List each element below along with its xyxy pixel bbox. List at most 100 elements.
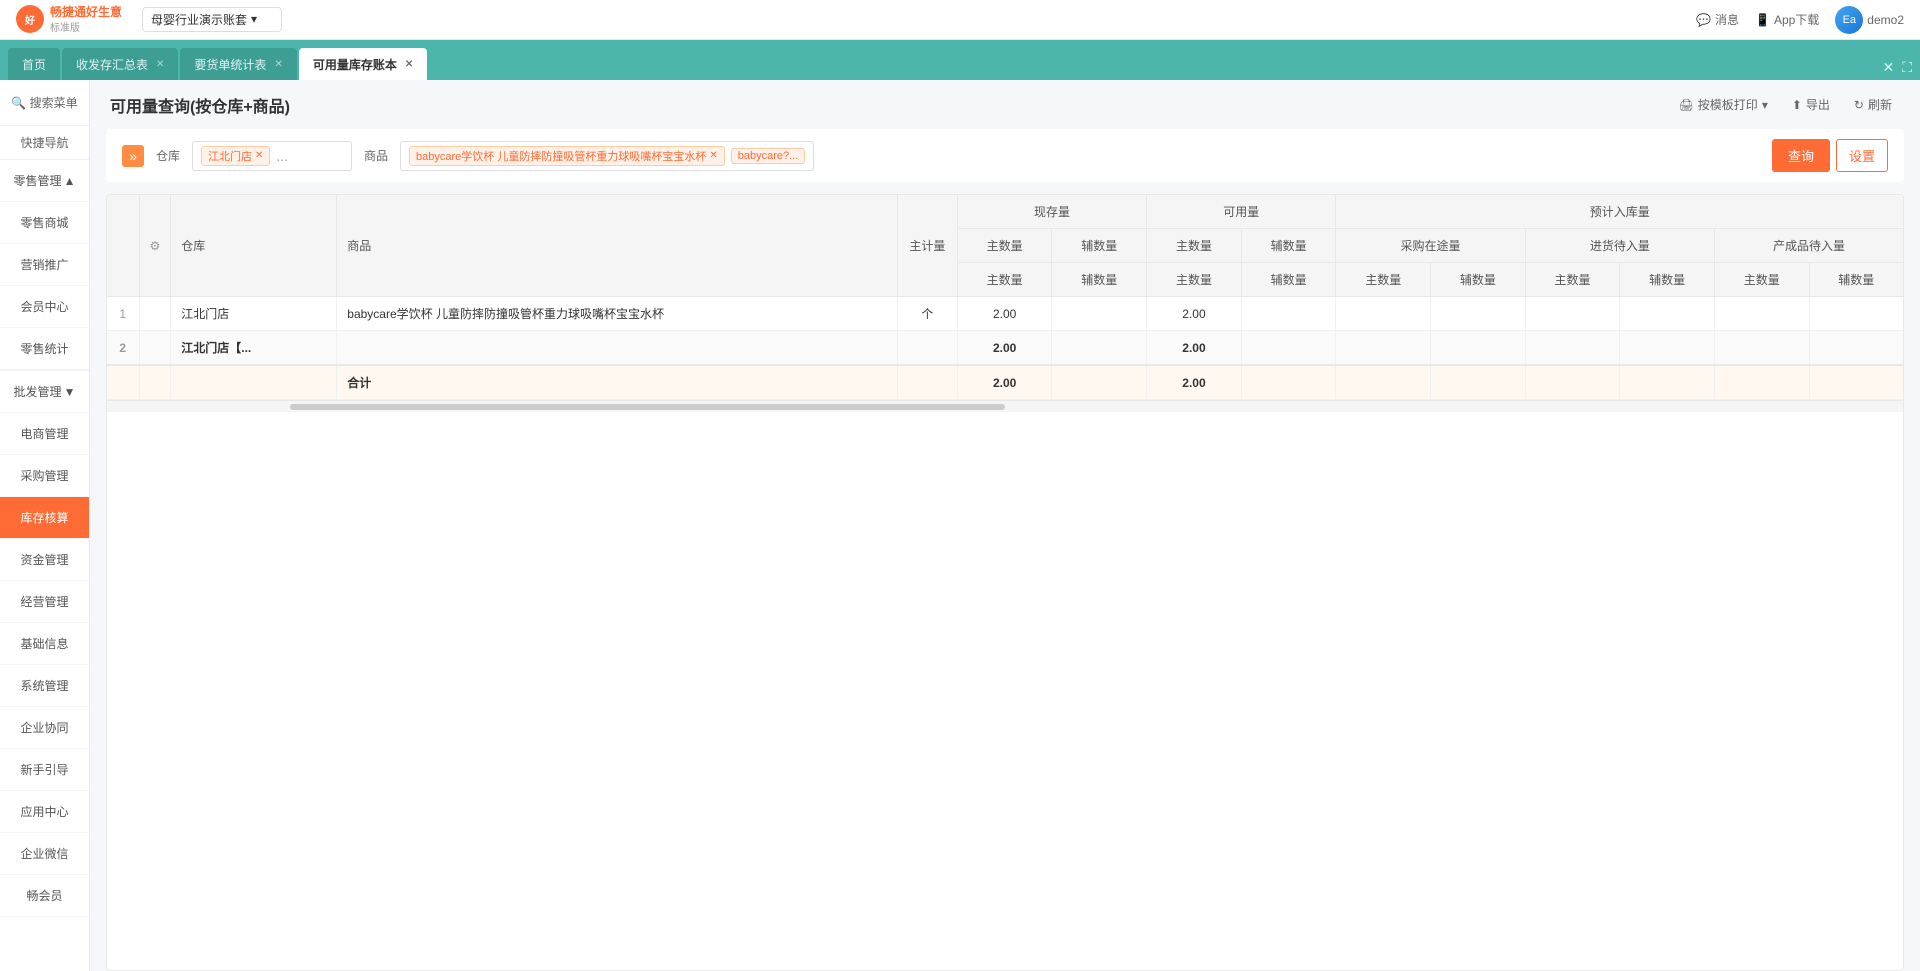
sidebar-item-basics[interactable]: 基础信息: [0, 623, 89, 665]
settings-button[interactable]: 设置: [1836, 139, 1888, 172]
row-2-unit: [897, 331, 957, 366]
horizontal-scrollbar[interactable]: [107, 400, 1903, 412]
row-1-production-aux: [1809, 297, 1903, 331]
main-layout: 🔍 搜索菜单 快捷导航 零售管理 ▲ 零售商城 营销推广 会员中心 零售统计 批…: [0, 80, 1920, 971]
row-2-warehouse: 江北门店【...: [171, 331, 337, 366]
refresh-button[interactable]: ↻ 刷新: [1846, 92, 1900, 117]
sidebar-item-app-center[interactable]: 应用中心: [0, 791, 89, 833]
gear-icon[interactable]: ⚙: [150, 239, 161, 253]
phone-icon: 📱: [1755, 13, 1770, 27]
filter-actions: 查询 设置: [1772, 139, 1888, 172]
sidebar: 🔍 搜索菜单 快捷导航 零售管理 ▲ 零售商城 营销推广 会员中心 零售统计 批…: [0, 80, 90, 971]
retail-stats-label: 零售统计: [20, 342, 68, 356]
enterprise-collab-label: 企业协同: [20, 721, 68, 735]
th-current-main-2: 主数量: [957, 263, 1052, 297]
footer-empty-3: [171, 365, 337, 400]
tab-collapse-icon[interactable]: ✕: [1882, 59, 1894, 76]
query-button[interactable]: 查询: [1772, 139, 1830, 172]
vip-member-label: 畅会员: [26, 889, 62, 903]
th-available-group: 可用量: [1147, 195, 1336, 229]
warehouse-more-dots[interactable]: ...: [276, 148, 288, 164]
expand-filter-button[interactable]: »: [122, 145, 144, 167]
print-button[interactable]: 🖨 按模板打印 ▾: [1671, 92, 1776, 117]
th-gear[interactable]: ⚙: [139, 195, 171, 297]
sidebar-item-enterprise-wechat[interactable]: 企业微信: [0, 833, 89, 875]
th-current-stock-group: 现存量: [957, 195, 1146, 229]
tab-expand-icon[interactable]: ⛶: [1902, 59, 1912, 76]
sidebar-item-vip-member[interactable]: 畅会员: [0, 875, 89, 917]
footer-label: 合计: [337, 365, 898, 400]
search-menu-button[interactable]: 🔍 搜索菜单: [8, 90, 81, 115]
top-bar: 好 畅捷通好生意 标准版 母婴行业演示账套 ▾ 💬 消息 📱 App下载 Ea …: [0, 0, 1920, 40]
print-arrow-icon: ▾: [1762, 98, 1768, 112]
tab-home[interactable]: 首页: [8, 48, 60, 80]
footer-current-main-total: 2.00: [957, 365, 1052, 400]
message-button[interactable]: 💬 消息: [1696, 11, 1739, 28]
footer-purchase-main-total: [1336, 365, 1431, 400]
scroll-thumb[interactable]: [290, 404, 1005, 410]
sidebar-item-enterprise-collab[interactable]: 企业协同: [0, 707, 89, 749]
tab-bar: 首页 收发存汇总表 ✕ 要货单统计表 ✕ 可用量库存账本 ✕ ✕ ⛶: [0, 40, 1920, 80]
app-download-button[interactable]: 📱 App下载: [1755, 11, 1819, 28]
product-input[interactable]: babycare学饮杯 儿童防摔防撞吸管杯重力球吸嘴杯宝宝水杯 ✕ babyca…: [400, 141, 814, 171]
product-tag-1-close[interactable]: ✕: [709, 150, 717, 161]
sidebar-item-new-guide[interactable]: 新手引导: [0, 749, 89, 791]
export-icon: ⬆: [1792, 98, 1802, 112]
tab-order-stats-close[interactable]: ✕: [274, 59, 282, 70]
sidebar-item-member-center[interactable]: 会员中心: [0, 286, 89, 328]
app-center-label: 应用中心: [20, 805, 68, 819]
user-area[interactable]: Ea demo2: [1835, 6, 1904, 34]
sidebar-item-retail-mall[interactable]: 零售商城: [0, 202, 89, 244]
sidebar-item-quick-nav[interactable]: 快捷导航: [0, 126, 89, 160]
export-button[interactable]: ⬆ 导出: [1784, 92, 1838, 117]
tab-bar-right: ✕ ⛶: [1882, 59, 1912, 80]
th-product: 商品: [337, 195, 898, 297]
row-2-production-aux: [1809, 331, 1903, 366]
finance-label: 资金管理: [20, 553, 68, 567]
footer-current-aux-total: [1052, 365, 1147, 400]
th-index: [107, 195, 139, 297]
search-menu-label: 搜索菜单: [30, 96, 78, 110]
warehouse-input[interactable]: 江北门店 ✕ ...: [192, 141, 352, 171]
tab-receipt-summary-close[interactable]: ✕: [156, 59, 164, 70]
warehouse-tag-close[interactable]: ✕: [255, 150, 263, 161]
enterprise-wechat-label: 企业微信: [20, 847, 68, 861]
product-tag-2: babycare?...: [731, 148, 806, 164]
marketing-label: 营销推广: [20, 258, 68, 272]
row-2-incoming-aux: [1620, 331, 1715, 366]
th-current-main: 主数量: [957, 229, 1052, 263]
tab-available-stock-close[interactable]: ✕: [405, 59, 413, 70]
sidebar-item-finance[interactable]: 资金管理: [0, 539, 89, 581]
page-header: 可用量查询(按仓库+商品) 🖨 按模板打印 ▾ ⬆ 导出 ↻ 刷新: [90, 80, 1920, 129]
tab-order-stats[interactable]: 要货单统计表 ✕: [180, 48, 296, 80]
message-icon: 💬: [1696, 13, 1711, 27]
tab-available-stock[interactable]: 可用量库存账本 ✕: [299, 48, 427, 80]
footer-incoming-aux-total: [1620, 365, 1715, 400]
th-planned-incoming-group: 预计入库量: [1336, 195, 1903, 229]
sidebar-item-retail-mgmt[interactable]: 零售管理 ▲: [0, 160, 89, 202]
sidebar-item-ecommerce[interactable]: 电商管理: [0, 413, 89, 455]
product-tag-1-text: babycare学饮杯 儿童防摔防撞吸管杯重力球吸嘴杯宝宝水杯: [416, 148, 706, 164]
footer-production-aux-total: [1809, 365, 1903, 400]
print-icon: 🖨: [1679, 98, 1694, 112]
sidebar-item-wholesale-mgmt[interactable]: 批发管理 ▼: [0, 371, 89, 413]
th-available-main-2: 主数量: [1147, 263, 1242, 297]
sidebar-item-retail-stats[interactable]: 零售统计: [0, 328, 89, 370]
tab-order-stats-label: 要货单统计表: [194, 56, 266, 73]
footer-incoming-main-total: [1525, 365, 1620, 400]
filter-area: » 仓库 江北门店 ✕ ... 商品 babycare学饮杯 儿童防摔防撞吸管杯…: [106, 129, 1904, 182]
table-row: 1 江北门店 babycare学饮杯 儿童防摔防撞吸管杯重力球吸嘴杯宝宝水杯 个…: [107, 297, 1903, 331]
tab-receipt-summary[interactable]: 收发存汇总表 ✕: [62, 48, 178, 80]
sidebar-item-operations[interactable]: 经营管理: [0, 581, 89, 623]
message-label: 消息: [1715, 11, 1739, 28]
th-warehouse: 仓库: [171, 195, 337, 297]
sidebar-item-inventory[interactable]: 库存核算: [0, 497, 89, 539]
sidebar-item-system[interactable]: 系统管理: [0, 665, 89, 707]
th-available-aux-2: 辅数量: [1241, 263, 1336, 297]
store-selector[interactable]: 母婴行业演示账套 ▾: [142, 7, 282, 32]
export-label: 导出: [1806, 96, 1830, 113]
sidebar-item-purchase-mgmt[interactable]: 采购管理: [0, 455, 89, 497]
member-center-label: 会员中心: [20, 300, 68, 314]
tab-receipt-summary-label: 收发存汇总表: [76, 56, 148, 73]
sidebar-item-marketing[interactable]: 营销推广: [0, 244, 89, 286]
